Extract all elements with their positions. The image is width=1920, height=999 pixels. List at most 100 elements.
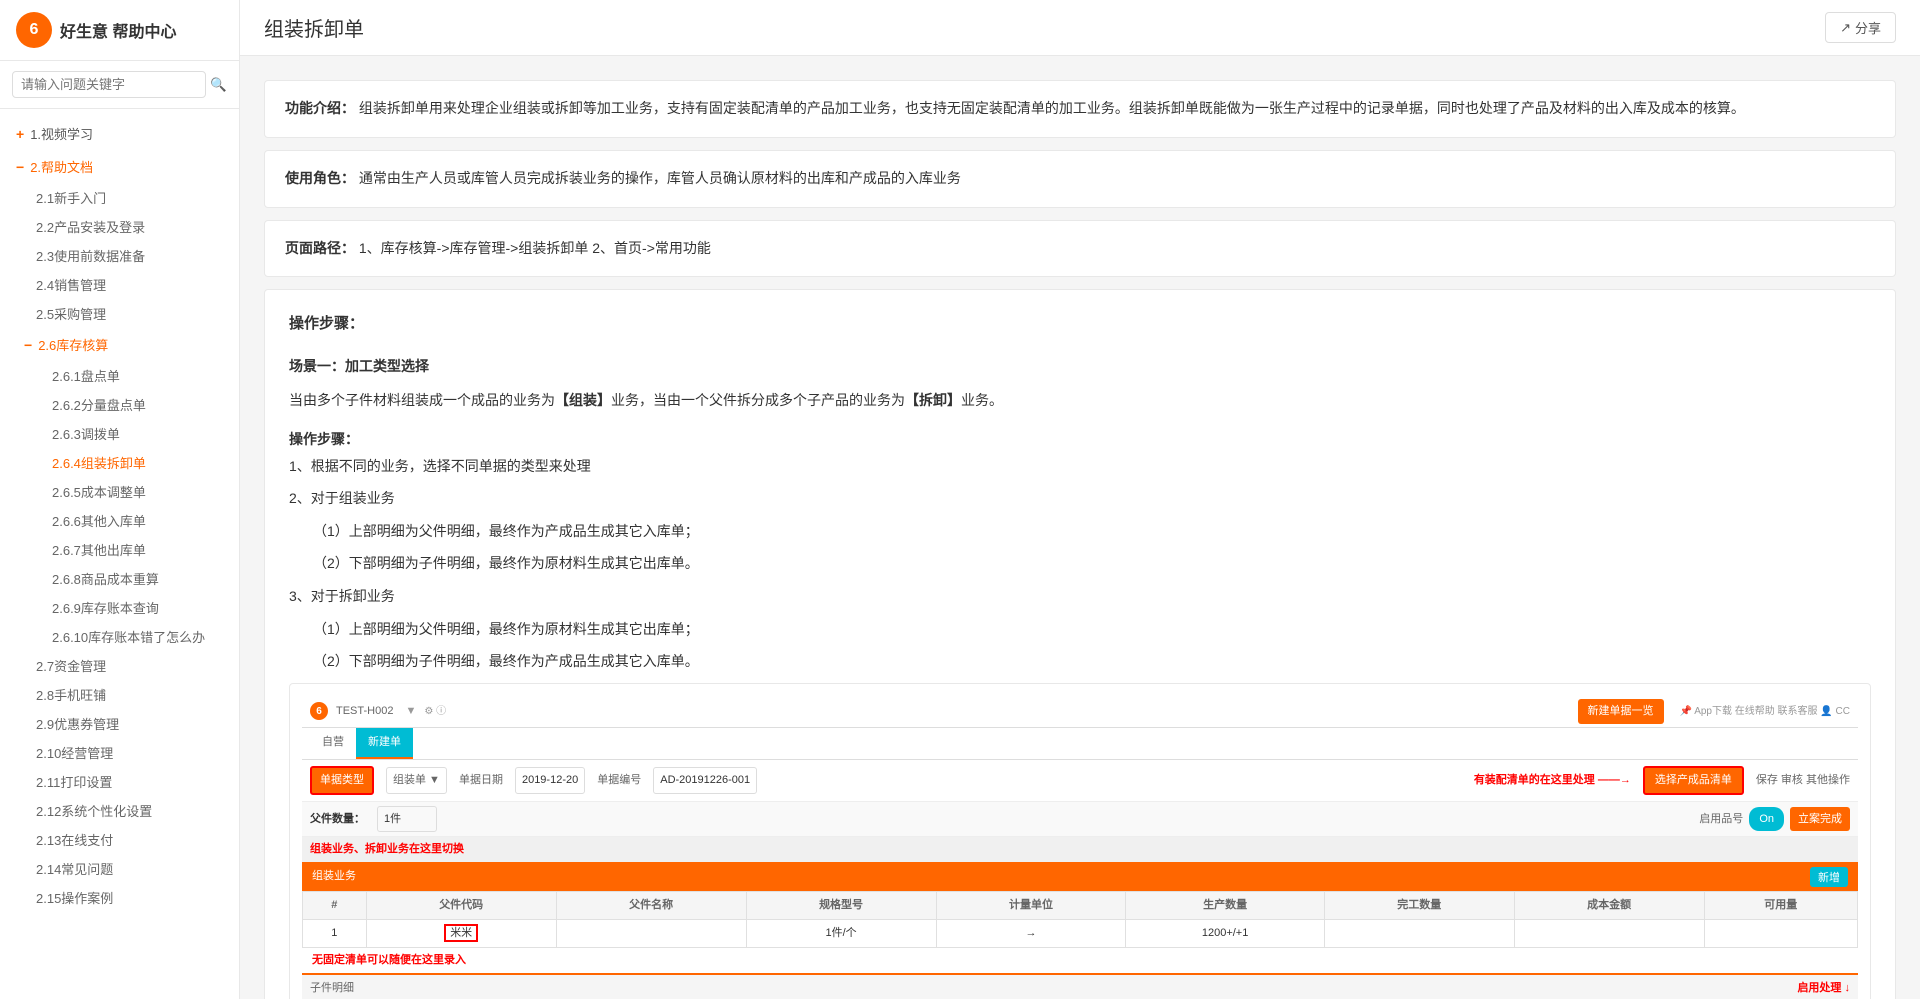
app-teal-btn: 新增 <box>1810 867 1848 887</box>
ops-title: 操作步骤： <box>289 310 1871 339</box>
app-qty-input: 1件 <box>377 806 437 833</box>
sidebar-header: 6 好生意 帮助中心 <box>0 0 239 61</box>
search-input[interactable] <box>12 71 206 98</box>
app-child-table-header: 子件明细 启用处理 ↓ <box>302 975 1858 999</box>
sidebar-item-assembly[interactable]: 2.6.4组装拆卸单 <box>44 448 239 477</box>
col-spec: 规格型号 <box>746 892 936 920</box>
sidebar: 6 好生意 帮助中心 🔍 + 1.视频学习 − 2.帮助文档 2.1新手入门 2… <box>0 0 240 999</box>
app-code-label: 单据编号 <box>597 770 641 791</box>
app-type-dropdown: 组装单 ▼ <box>386 767 447 794</box>
parent-row-1: 1 米米 1件/个 → 1200+/+1 <box>303 920 1858 948</box>
share-button[interactable]: ↗ 分享 <box>1825 12 1896 43</box>
sidebar-item-coupon[interactable]: 2.9优惠券管理 <box>28 709 239 738</box>
nav-sub-inventory: 2.6.1盘点单 2.6.2分量盘点单 2.6.3调拨单 2.6.4组装拆卸单 … <box>28 361 239 651</box>
screenshot-container: 6 TEST-H002 ▼ ⚙ ⓘ 新建单据一览 📌 App下载 在线帮助 联系… <box>289 683 1871 999</box>
sidebar-item-capital[interactable]: 2.7资金管理 <box>28 651 239 680</box>
sidebar-item-label: 2.帮助文档 <box>30 157 93 176</box>
app-parent-table: # 父件代码 父件名称 规格型号 计量单位 生产数量 完工数量 成本金额 可用量 <box>302 891 1858 948</box>
app-code: TEST-H002 <box>336 701 393 722</box>
intro-block: 功能介绍： 组装拆卸单用来处理企业组装或拆卸等加工业务，支持有固定装配清单的产品… <box>264 80 1896 138</box>
step2a: （1）上部明细为父件明细，最终作为产成品生成其它入库单； <box>289 518 1871 545</box>
sidebar-item-online-pay[interactable]: 2.13在线支付 <box>28 825 239 854</box>
app-screenshot: 6 TEST-H002 ▼ ⚙ ⓘ 新建单据一览 📌 App下载 在线帮助 联系… <box>302 696 1858 999</box>
sidebar-item-cases[interactable]: 2.15操作案例 <box>28 883 239 912</box>
step3a: （1）上部明细为父件明细，最终作为原材料生成其它出库单； <box>289 616 1871 643</box>
page-title: 组装拆卸单 <box>264 13 364 42</box>
nav-tree: + 1.视频学习 − 2.帮助文档 2.1新手入门 2.2产品安装及登录 2.3… <box>0 109 239 920</box>
app-nav-tabs: 自营 新建单 <box>302 728 1858 760</box>
sidebar-item-newbie[interactable]: 2.1新手入门 <box>28 183 239 212</box>
app-code-value: AD-20191226-001 <box>653 767 757 794</box>
path-block: 页面路径： 1、库存核算->库存管理->组装拆卸单 2、首页->常用功能 <box>264 220 1896 278</box>
sidebar-item-other-out[interactable]: 2.6.7其他出库单 <box>44 535 239 564</box>
main-header: 组装拆卸单 ↗ 分享 <box>240 0 1920 56</box>
app-bar-label: 组装业务 <box>312 866 356 887</box>
main-area: 组装拆卸单 ↗ 分享 功能介绍： 组装拆卸单用来处理企业组装或拆卸等加工业务，支… <box>240 0 1920 999</box>
plus-icon: + <box>16 126 24 142</box>
sidebar-item-manage[interactable]: 2.10经营管理 <box>28 738 239 767</box>
app-parent-table-area: # 父件代码 父件名称 规格型号 计量单位 生产数量 完工数量 成本金额 可用量 <box>302 891 1858 948</box>
sidebar-item-stock-query[interactable]: 2.6.9库存账本查询 <box>44 593 239 622</box>
path-text: 1、库存核算->库存管理->组装拆卸单 2、首页->常用功能 <box>359 240 711 256</box>
sidebar-item-stock-check[interactable]: 2.6.1盘点单 <box>44 361 239 390</box>
sidebar-item-faq[interactable]: 2.14常见问题 <box>28 854 239 883</box>
app-type-switch-row: 父件数量： 1件 启用品号 On 立案完成 <box>302 802 1858 838</box>
sidebar-item-docs[interactable]: − 2.帮助文档 <box>0 150 239 183</box>
sidebar-item-install[interactable]: 2.2产品安装及登录 <box>28 212 239 241</box>
annotation-switch: 组装业务、拆卸业务在这里切换 <box>302 837 1858 862</box>
sidebar-item-stock-err[interactable]: 2.6.10库存账本错了怎么办 <box>44 622 239 651</box>
annotation-bom-text: 有装配清单的在这里处理 ——→ <box>1474 770 1631 791</box>
app-tab-new: 新建单 <box>356 728 413 759</box>
col-avail: 可用量 <box>1704 892 1857 920</box>
app-logo: 6 <box>310 702 328 720</box>
nav-sub-docs: 2.1新手入门 2.2产品安装及登录 2.3使用前数据准备 2.4销售管理 2.… <box>0 183 239 912</box>
intro-label: 功能介绍： <box>285 100 355 116</box>
app-date-value: 2019-12-20 <box>515 767 585 794</box>
app-toggle-area: 启用品号 On 立案完成 <box>1699 807 1850 832</box>
sidebar-item-video[interactable]: + 1.视频学习 <box>0 117 239 150</box>
sidebar-item-label: 2.6库存核算 <box>38 335 108 354</box>
search-box[interactable]: 🔍 <box>0 61 239 109</box>
sidebar-item-sales[interactable]: 2.4销售管理 <box>28 270 239 299</box>
col-cost: 成本金额 <box>1514 892 1704 920</box>
step2: 2、对于组装业务 <box>289 485 1871 512</box>
sidebar-item-other-in[interactable]: 2.6.6其他入库单 <box>44 506 239 535</box>
col-parent-code: 父件代码 <box>366 892 556 920</box>
sidebar-item-inventory[interactable]: − 2.6库存核算 <box>24 328 239 361</box>
col-plan-qty: 生产数量 <box>1126 892 1324 920</box>
sidebar-item-adjust[interactable]: 2.6.3调拨单 <box>44 419 239 448</box>
col-parent-name: 父件名称 <box>556 892 746 920</box>
sidebar-item-purchase[interactable]: 2.5采购管理 <box>28 299 239 328</box>
app-top-bar: 6 TEST-H002 ▼ ⚙ ⓘ 新建单据一览 📌 App下载 在线帮助 联系… <box>302 696 1858 728</box>
operations-block: 操作步骤： 场景一：加工类型选择 当由多个子件材料组装成一个成品的业务为【组装】… <box>264 289 1896 999</box>
role-block: 使用角色： 通常由生产人员或库管人员完成拆装业务的操作，库管人员确认原材料的出库… <box>264 150 1896 208</box>
sidebar-item-custom[interactable]: 2.12系统个性化设置 <box>28 796 239 825</box>
app-form-row-1: 单据类型 组装单 ▼ 单据日期 2019-12-20 单据编号 AD-20191… <box>302 760 1858 802</box>
sidebar-item-print[interactable]: 2.11打印设置 <box>28 767 239 796</box>
sidebar-item-data[interactable]: 2.3使用前数据准备 <box>28 241 239 270</box>
step3b: （2）下部明细为子件明细，最终作为产成品生成其它入库单。 <box>289 648 1871 675</box>
app-confirm-btn: 立案完成 <box>1790 807 1850 832</box>
intro-text: 组装拆卸单用来处理企业组装或拆卸等加工业务，支持有固定装配清单的产品加工业务，也… <box>359 100 1745 116</box>
annotation-free-input: 无固定清单可以随便在这里录入 <box>302 948 1858 973</box>
app-orange-bar: 组装业务 新增 <box>302 862 1858 891</box>
app-action-btns: 保存 审核 其他操作 <box>1756 770 1850 791</box>
sidebar-item-stock-split[interactable]: 2.6.2分量盘点单 <box>44 390 239 419</box>
app-toggle-on: On <box>1749 807 1784 832</box>
content-area: 功能介绍： 组装拆卸单用来处理企业组装或拆卸等加工业务，支持有固定装配清单的产品… <box>240 56 1920 999</box>
annotation-enable: 启用处理 ↓ <box>1797 978 1850 999</box>
sidebar-item-cost-adj[interactable]: 2.6.5成本调整单 <box>44 477 239 506</box>
sidebar-item-label: 1.视频学习 <box>30 124 93 143</box>
app-top-icons: 📌 App下载 在线帮助 联系客服 👤 CC <box>1680 702 1850 721</box>
app-date-label: 单据日期 <box>459 770 503 791</box>
sidebar-item-cost-calc[interactable]: 2.6.8商品成本重算 <box>44 564 239 593</box>
search-button[interactable]: 🔍 <box>210 77 227 93</box>
steps-header: 操作步骤： <box>289 426 1871 453</box>
app-bom-btn: 选择产成品清单 <box>1643 766 1744 795</box>
app-child-table-area: 子件明细 启用处理 ↓ # 子件代码 子件名称 规格型号 可用 <box>302 973 1858 999</box>
logo-text: 好生意 帮助中心 <box>60 18 176 42</box>
app-tab-self: 自营 <box>310 728 356 759</box>
role-text: 通常由生产人员或库管人员完成拆装业务的操作，库管人员确认原材料的出库和产成品的入… <box>359 170 961 186</box>
app-toggle-label: 启用品号 <box>1699 809 1743 830</box>
sidebar-item-mobile[interactable]: 2.8手机旺铺 <box>28 680 239 709</box>
